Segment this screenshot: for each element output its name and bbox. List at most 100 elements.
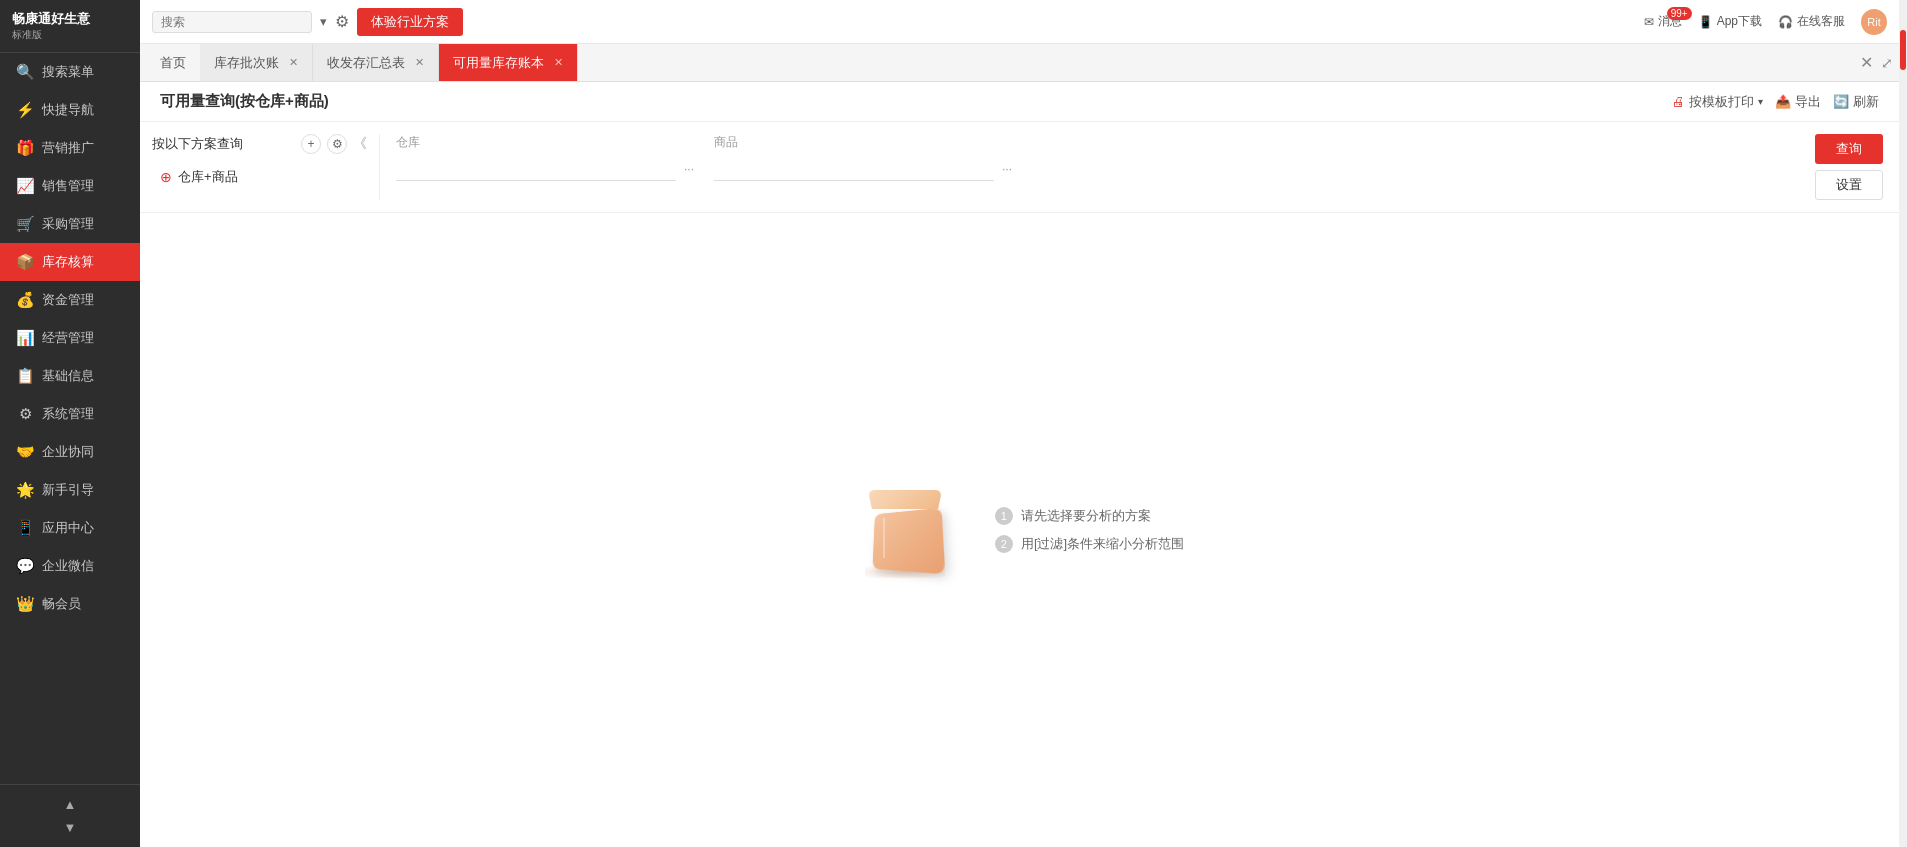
sidebar-item-label: 新手引导 [42, 481, 94, 499]
sidebar-item-enterprise[interactable]: 🤝 企业协同 [0, 433, 140, 471]
message-icon: ✉ [1644, 15, 1654, 29]
search-input[interactable] [152, 11, 312, 33]
tab-summary[interactable]: 收发存汇总表 ✕ [313, 44, 439, 81]
sidebar-item-label: 经营管理 [42, 329, 94, 347]
scrollbar-thumb[interactable] [1900, 30, 1906, 70]
topbar: ▾ ⚙ 体验行业方案 ✉ 消息 99+ 📱 App下载 🎧 在线客服 Rit [140, 0, 1899, 44]
collapse-btn[interactable]: 《 [353, 135, 367, 153]
tab-available[interactable]: 可用量库存账本 ✕ [439, 44, 578, 81]
warehouse-more-btn[interactable]: ··· [680, 158, 698, 180]
sidebar-item-sales[interactable]: 📈 销售管理 [0, 167, 140, 205]
sidebar-item-label: 畅会员 [42, 595, 81, 613]
sidebar-item-purchase[interactable]: 🛒 采购管理 [0, 205, 140, 243]
warehouse-label: 仓库 [396, 134, 698, 151]
scroll-down-btn[interactable]: ▼ [0, 816, 140, 839]
sidebar-bottom: ▲ ▼ [0, 784, 140, 847]
search-icon: 🔍 [16, 63, 34, 81]
box-face-lines [883, 518, 885, 558]
close-all-tabs-btn[interactable]: ✕ [1860, 53, 1873, 72]
refresh-icon: 🔄 [1833, 94, 1849, 109]
scheme-panel: 按以下方案查询 + ⚙ 《 ⊕ 仓库+商品 [140, 134, 380, 200]
sidebar-item-nav[interactable]: ⚡ 快捷导航 [0, 91, 140, 129]
app-label: App下载 [1717, 13, 1762, 30]
sidebar-item-label: 基础信息 [42, 367, 94, 385]
goods-more-btn[interactable]: ··· [998, 158, 1016, 180]
scheme-title: 按以下方案查询 [152, 135, 243, 153]
sidebar-item-marketing[interactable]: 🎁 营销推广 [0, 129, 140, 167]
print-btn[interactable]: 🖨 按模板打印 ▾ [1672, 93, 1763, 111]
sidebar-scroll: 🔍 搜索菜单 ⚡ 快捷导航 🎁 营销推广 📈 销售管理 🛒 采购管理 📦 库存核… [0, 53, 140, 784]
sidebar-item-operation[interactable]: 📊 经营管理 [0, 319, 140, 357]
phone-icon: 📱 [1698, 15, 1713, 29]
tab-batch[interactable]: 库存批次账 ✕ [200, 44, 313, 81]
tab-close-summary[interactable]: ✕ [415, 56, 424, 69]
query-button[interactable]: 查询 [1815, 134, 1883, 164]
sidebar-item-search[interactable]: 🔍 搜索菜单 [0, 53, 140, 91]
avatar: Rit [1861, 9, 1887, 35]
tab-close-available[interactable]: ✕ [554, 56, 563, 69]
scheme-item-warehouse-goods[interactable]: ⊕ 仓库+商品 [152, 162, 367, 192]
sidebar-item-system[interactable]: ⚙ 系统管理 [0, 395, 140, 433]
warehouse-filter: 仓库 ··· [396, 134, 698, 181]
sidebar-item-wechat[interactable]: 💬 企业微信 [0, 547, 140, 585]
sidebar-item-label: 销售管理 [42, 177, 94, 195]
expand-btn[interactable]: ⤢ [1881, 55, 1893, 71]
dropdown-arrow-icon: ▾ [320, 14, 327, 29]
gear-btn[interactable]: ⚙ [335, 12, 349, 31]
tabbar-actions: ✕ ⤢ [1860, 53, 1893, 72]
scroll-up-btn[interactable]: ▲ [0, 793, 140, 816]
empty-illustration [855, 480, 955, 580]
goods-input[interactable] [714, 157, 994, 181]
app-download-btn[interactable]: 📱 App下载 [1698, 13, 1762, 30]
content-area: 可用量查询(按仓库+商品) 🖨 按模板打印 ▾ 📤 导出 🔄 刷新 [140, 82, 1899, 847]
print-icon: 🖨 [1672, 94, 1685, 109]
sidebar-item-inventory[interactable]: 📦 库存核算 [0, 243, 140, 281]
hint-num-2: 2 [995, 535, 1013, 553]
export-icon: 📤 [1775, 94, 1791, 109]
sidebar-item-member[interactable]: 👑 畅会员 [0, 585, 140, 623]
sales-icon: 📈 [16, 177, 34, 195]
service-btn[interactable]: 🎧 在线客服 [1778, 13, 1845, 30]
app-title: 畅康通好生意 [12, 10, 128, 28]
service-label: 在线客服 [1797, 13, 1845, 30]
sidebar-item-finance[interactable]: 💰 资金管理 [0, 281, 140, 319]
goods-label: 商品 [714, 134, 1016, 151]
hint-item-2: 2 用[过滤]条件来缩小分析范围 [995, 535, 1184, 553]
user-menu[interactable]: Rit [1861, 9, 1887, 35]
sidebar: 畅康通好生意 标准版 🔍 搜索菜单 ⚡ 快捷导航 🎁 营销推广 📈 销售管理 🛒… [0, 0, 140, 847]
settings-button[interactable]: 设置 [1815, 170, 1883, 200]
page-title: 可用量查询(按仓库+商品) [160, 92, 329, 111]
trial-button[interactable]: 体验行业方案 [357, 8, 463, 36]
wechat-icon: 💬 [16, 557, 34, 575]
message-btn[interactable]: ✉ 消息 99+ [1644, 13, 1682, 30]
sidebar-item-appstore[interactable]: 📱 应用中心 [0, 509, 140, 547]
hint-num-1: 1 [995, 507, 1013, 525]
headset-icon: 🎧 [1778, 15, 1793, 29]
refresh-btn[interactable]: 🔄 刷新 [1833, 93, 1879, 111]
topbar-dropdown[interactable]: ▾ [320, 14, 327, 29]
settings-scheme-btn[interactable]: ⚙ [327, 134, 347, 154]
tab-close-batch[interactable]: ✕ [289, 56, 298, 69]
sidebar-item-label: 快捷导航 [42, 101, 94, 119]
tab-home[interactable]: 首页 [146, 44, 200, 81]
empty-state: 1 请先选择要分析的方案 2 用[过滤]条件来缩小分析范围 [140, 213, 1899, 847]
guide-icon: 🌟 [16, 481, 34, 499]
app-subtitle: 标准版 [12, 28, 128, 42]
warehouse-input[interactable] [396, 157, 676, 181]
scheme-header: 按以下方案查询 + ⚙ 《 [152, 134, 367, 154]
chevron-down-icon: ▾ [1758, 96, 1763, 107]
scheme-item-label: 仓库+商品 [178, 168, 238, 186]
box-top [868, 490, 942, 509]
message-badge: 99+ [1667, 7, 1692, 20]
export-btn[interactable]: 📤 导出 [1775, 93, 1821, 111]
sidebar-logo: 畅康通好生意 标准版 [0, 0, 140, 53]
sidebar-item-basic[interactable]: 📋 基础信息 [0, 357, 140, 395]
gear-icon: ⚙ [335, 13, 349, 30]
tabbar: 首页 库存批次账 ✕ 收发存汇总表 ✕ 可用量库存账本 ✕ ✕ ⤢ [140, 44, 1899, 82]
add-scheme-btn[interactable]: + [301, 134, 321, 154]
page-header: 可用量查询(按仓库+商品) 🖨 按模板打印 ▾ 📤 导出 🔄 刷新 [140, 82, 1899, 122]
sidebar-item-guide[interactable]: 🌟 新手引导 [0, 471, 140, 509]
query-area: 按以下方案查询 + ⚙ 《 ⊕ 仓库+商品 仓库 [140, 122, 1899, 213]
page-actions: 🖨 按模板打印 ▾ 📤 导出 🔄 刷新 [1672, 93, 1879, 111]
nav-icon: ⚡ [16, 101, 34, 119]
